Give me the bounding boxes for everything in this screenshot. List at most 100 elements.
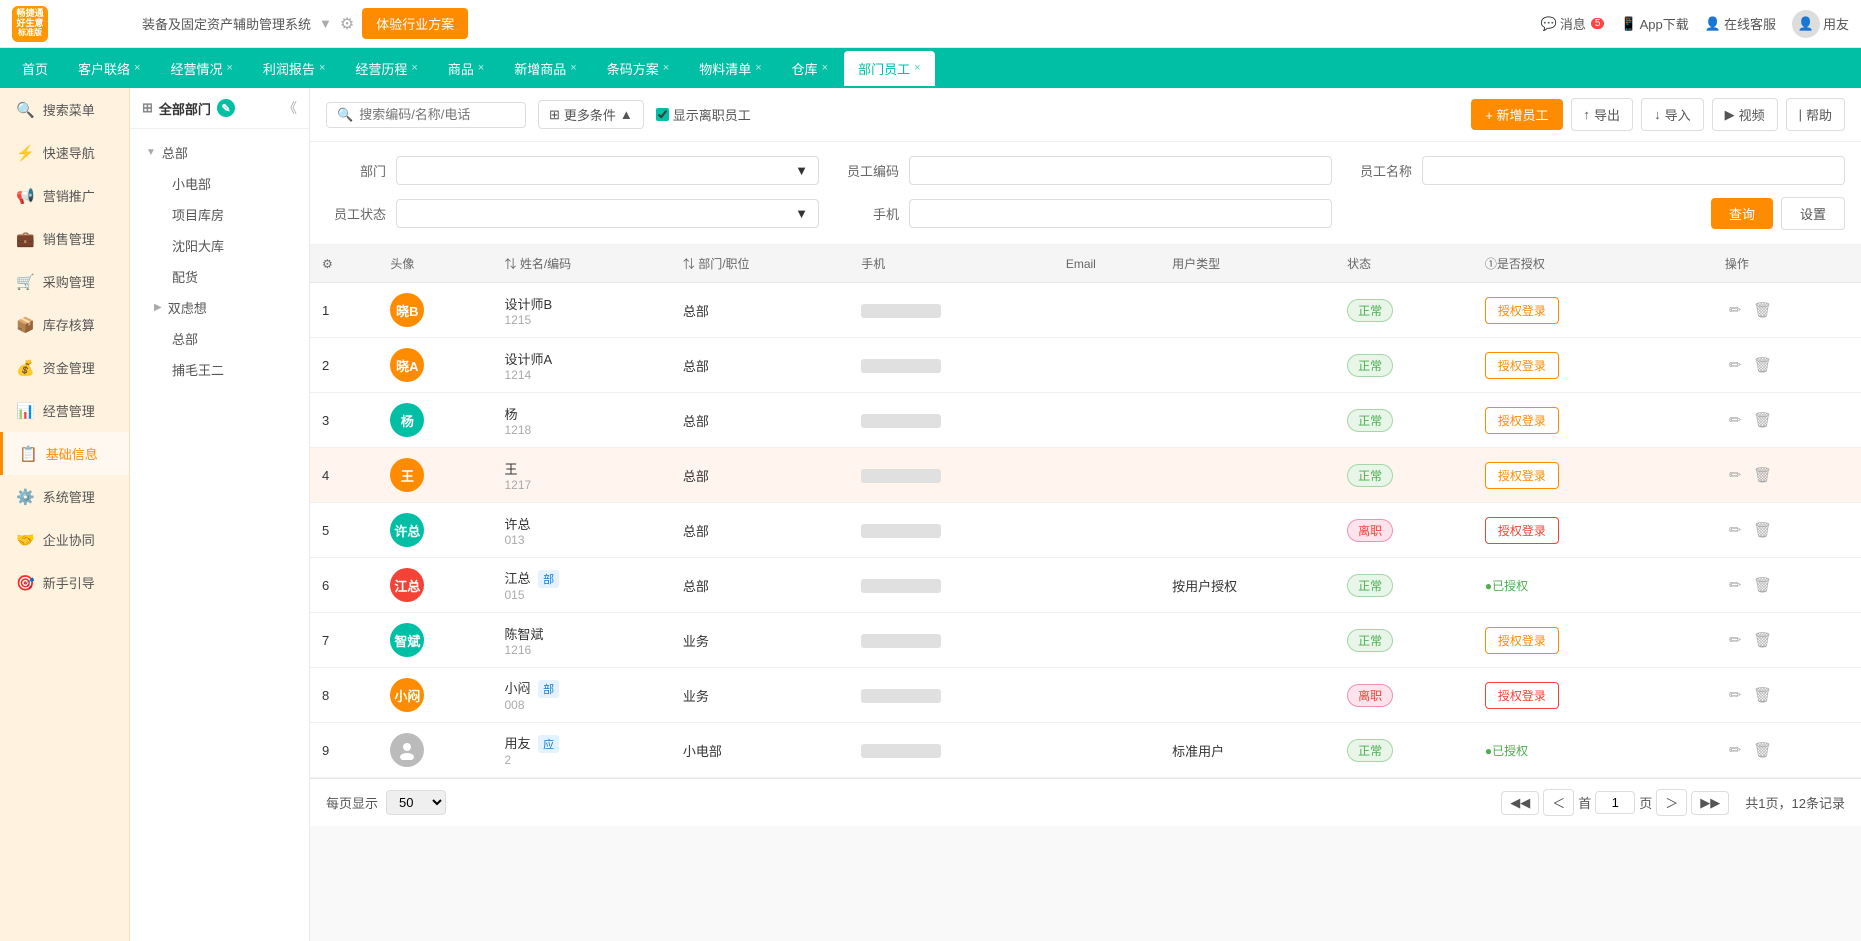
nav-tab-biz_history[interactable]: 经营历程 × — [341, 51, 431, 86]
sidebar-item-basic_info[interactable]: 📋基础信息 — [0, 432, 129, 475]
edit-btn[interactable]: ✏ — [1725, 629, 1746, 651]
delete-btn[interactable]: 🗑 — [1749, 574, 1776, 596]
settings-col-icon[interactable]: ⚙ — [322, 257, 333, 271]
tab-close-profit[interactable]: × — [226, 62, 232, 74]
page-input[interactable] — [1595, 791, 1635, 814]
edit-btn[interactable]: ✏ — [1725, 684, 1746, 706]
sidebar-item-marketing[interactable]: 📢营销推广 — [0, 174, 129, 217]
sidebar-item-corp[interactable]: 🤝企业协同 — [0, 518, 129, 561]
sidebar-item-finance[interactable]: 💰资金管理 — [0, 346, 129, 389]
import-btn[interactable]: ↓ 导入 — [1641, 98, 1704, 131]
edit-btn[interactable]: ✏ — [1725, 354, 1746, 376]
auth-btn[interactable]: 授权登录 — [1485, 517, 1559, 544]
auth-btn[interactable]: 授权登录 — [1485, 627, 1559, 654]
nav-tab-material[interactable]: 物料清单 × — [685, 51, 775, 86]
first-page-btn[interactable]: ◀◀ — [1501, 791, 1539, 815]
nav-tab-warehouse[interactable]: 仓库 × — [778, 51, 842, 86]
sidebar-item-guide[interactable]: 🎯新手引导 — [0, 561, 129, 604]
tab-close-warehouse[interactable]: × — [822, 62, 828, 74]
delete-btn[interactable]: 🗑 — [1749, 409, 1776, 431]
dept-item-shenyang[interactable]: 沈阳大库 — [130, 230, 309, 261]
edit-btn[interactable]: ✏ — [1725, 464, 1746, 486]
nav-tab-profit_report[interactable]: 利润报告 × — [249, 51, 339, 86]
more-conditions-btn[interactable]: ⊞ 更多条件 ▲ — [538, 100, 644, 129]
auth-btn[interactable]: 授权登录 — [1485, 352, 1559, 379]
last-page-btn[interactable]: ▶▶ — [1691, 791, 1729, 815]
nav-tab-goods[interactable]: 商品 × — [434, 51, 498, 86]
sort-icon-2[interactable]: ⇅ — [504, 257, 519, 271]
app-download-btn[interactable]: 📱 App下载 — [1620, 14, 1688, 33]
delete-btn[interactable]: 🗑 — [1749, 519, 1776, 541]
tab-close-new_goods[interactable]: × — [570, 62, 576, 74]
emp-status-select[interactable]: ▼ — [396, 199, 819, 228]
sidebar-item-purchase[interactable]: 🛒采购管理 — [0, 260, 129, 303]
nav-tab-customer[interactable]: 客户联络 × — [64, 51, 154, 86]
export-btn[interactable]: ↑ 导出 — [1571, 98, 1634, 131]
dept-item-shuangmeng[interactable]: ▶双虑想 — [130, 292, 309, 323]
nav-tab-dept_staff[interactable]: 部门员工 × — [844, 51, 934, 86]
edit-btn[interactable]: ✏ — [1725, 739, 1746, 761]
sidebar-item-sales[interactable]: 💼销售管理 — [0, 217, 129, 260]
auth-btn[interactable]: 授权登录 — [1485, 297, 1559, 324]
show-resigned-checkbox[interactable]: 显示离职员工 — [656, 105, 751, 124]
set-btn[interactable]: 设置 — [1781, 197, 1845, 230]
sidebar-item-search_menu[interactable]: 🔍搜索菜单 — [0, 88, 129, 131]
edit-btn[interactable]: ✏ — [1725, 299, 1746, 321]
edit-btn[interactable]: ✏ — [1725, 409, 1746, 431]
tab-close-barcode[interactable]: × — [663, 62, 669, 74]
add-employee-btn[interactable]: + 新增员工 — [1471, 99, 1562, 130]
edit-btn[interactable]: ✏ — [1725, 574, 1746, 596]
delete-btn[interactable]: 🗑 — [1749, 739, 1776, 761]
search-input[interactable] — [359, 107, 515, 122]
message-btn[interactable]: 💬 消息 5 — [1541, 14, 1605, 33]
auth-btn[interactable]: 授权登录 — [1485, 682, 1559, 709]
dept-item-bumaowang[interactable]: 捕毛王二 — [130, 354, 309, 385]
phone-input[interactable] — [909, 199, 1332, 228]
dept-item-peihuo[interactable]: 配货 — [130, 261, 309, 292]
delete-btn[interactable]: 🗑 — [1749, 684, 1776, 706]
delete-btn[interactable]: 🗑 — [1749, 629, 1776, 651]
nav-tab-profit[interactable]: 经营情况 × — [156, 51, 246, 86]
tab-close-profit_report[interactable]: × — [319, 62, 325, 74]
dept-item-xiaodian[interactable]: 小电部 — [130, 168, 309, 199]
nav-tab-barcode[interactable]: 条码方案 × — [593, 51, 683, 86]
emp-code-input[interactable] — [909, 156, 1332, 185]
auth-btn[interactable]: 授权登录 — [1485, 462, 1559, 489]
delete-btn[interactable]: 🗑 — [1749, 299, 1776, 321]
nav-tab-new_goods[interactable]: 新增商品 × — [500, 51, 590, 86]
sidebar-item-operations[interactable]: 📊经营管理 — [0, 389, 129, 432]
search-box[interactable]: 🔍 — [326, 102, 526, 128]
edit-btn[interactable]: ✏ — [1725, 519, 1746, 541]
user-area[interactable]: 👤 用友 — [1792, 10, 1849, 38]
sort-icon-3[interactable]: ⇅ — [683, 257, 698, 271]
sidebar-item-inventory[interactable]: 📦库存核算 — [0, 303, 129, 346]
tab-close-dept_staff[interactable]: × — [914, 62, 920, 74]
settings-icon[interactable]: ⚙ — [340, 14, 354, 34]
help-btn[interactable]: | 帮助 — [1786, 98, 1845, 131]
tab-close-biz_history[interactable]: × — [411, 62, 417, 74]
delete-btn[interactable]: 🗑 — [1749, 354, 1776, 376]
dept-collapse-btn[interactable]: 《 — [283, 98, 297, 118]
delete-btn[interactable]: 🗑 — [1749, 464, 1776, 486]
per-page-select[interactable]: 50 100 200 — [386, 790, 446, 815]
tab-close-goods[interactable]: × — [478, 62, 484, 74]
dept-item-project[interactable]: 项目库房 — [130, 199, 309, 230]
tab-close-customer[interactable]: × — [134, 62, 140, 74]
sidebar-item-system[interactable]: ⚙️系统管理 — [0, 475, 129, 518]
dept-edit-icon[interactable]: ✎ — [217, 99, 235, 117]
dept-select[interactable]: ▼ — [396, 156, 819, 185]
nav-tab-home[interactable]: 首页 — [8, 51, 62, 86]
dropdown-icon[interactable]: ▼ — [319, 16, 332, 31]
tab-close-material[interactable]: × — [755, 62, 761, 74]
sidebar-item-quick_nav[interactable]: ⚡快速导航 — [0, 131, 129, 174]
auth-btn[interactable]: 授权登录 — [1485, 407, 1559, 434]
emp-name-input[interactable] — [1422, 156, 1845, 185]
view-btn[interactable]: ▶ 视频 — [1712, 98, 1778, 131]
online-service-btn[interactable]: 👤 在线客服 — [1705, 14, 1776, 33]
search-btn[interactable]: 查询 — [1711, 198, 1773, 229]
next-page-btn[interactable]: ＞ — [1656, 789, 1687, 816]
prev-page-btn[interactable]: ＜ — [1543, 789, 1574, 816]
trial-btn[interactable]: 体验行业方案 — [362, 8, 468, 39]
dept-item-zongbu[interactable]: ▼总部 — [130, 137, 309, 168]
dept-item-zongbu2[interactable]: 总部 — [130, 323, 309, 354]
